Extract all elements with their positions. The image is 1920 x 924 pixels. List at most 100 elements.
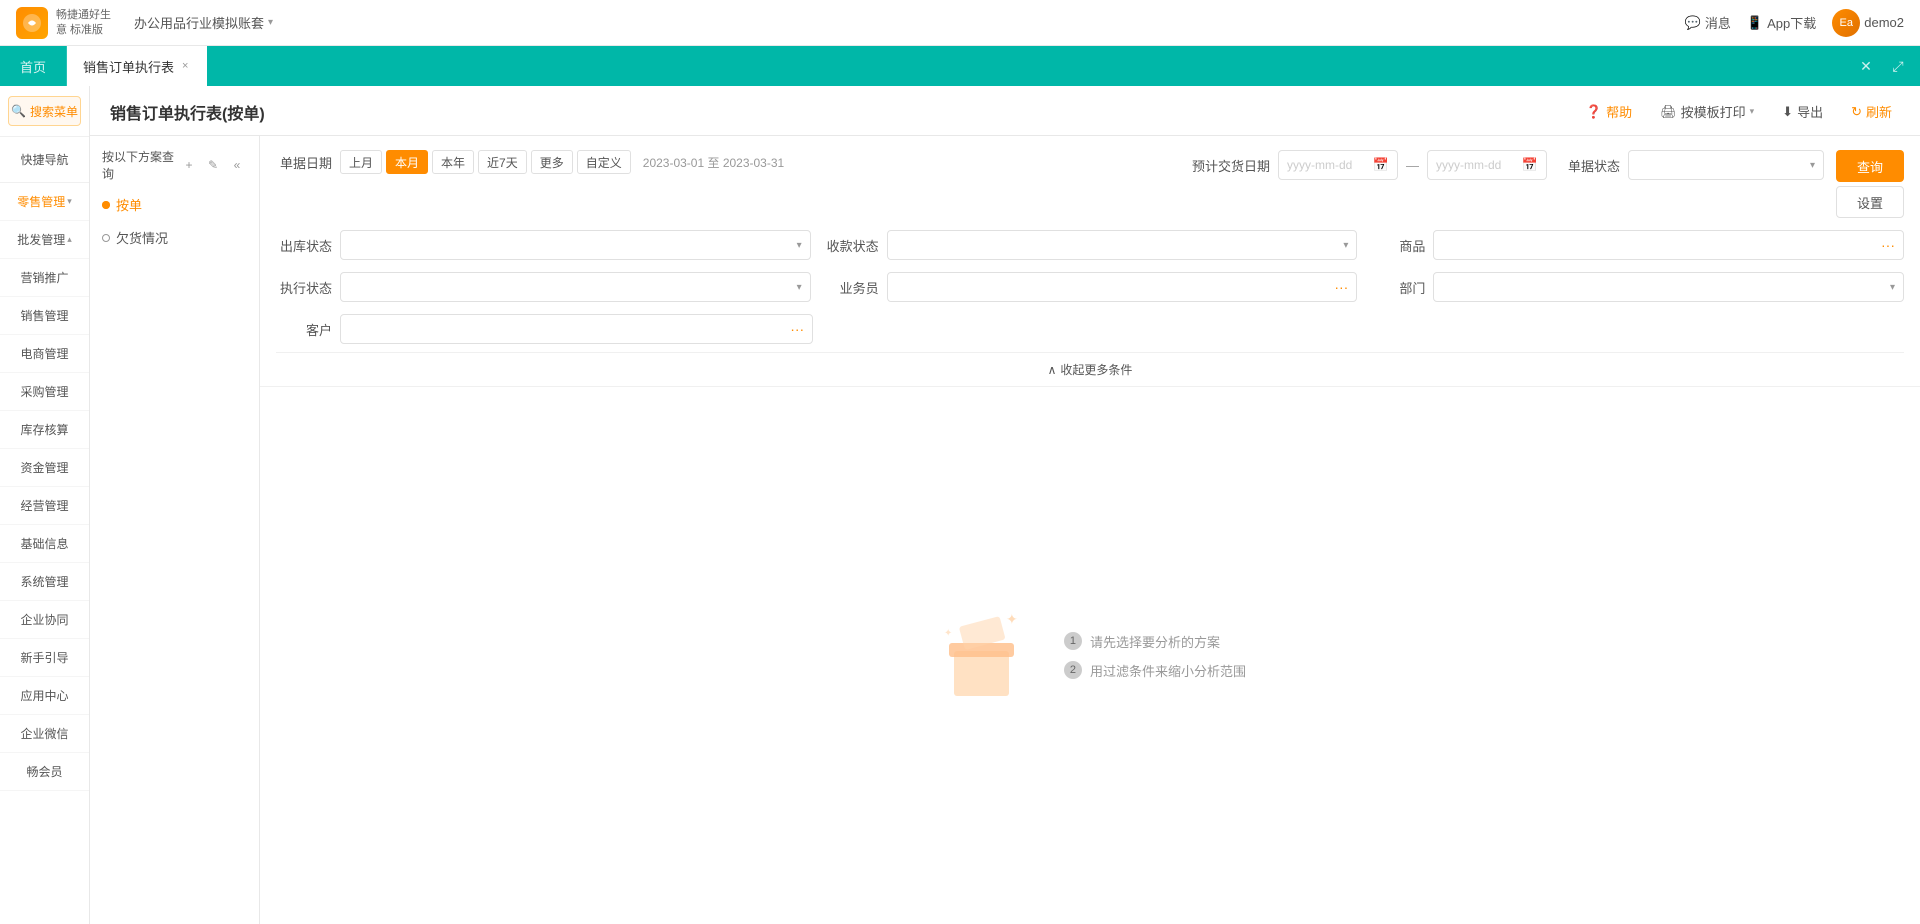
header-left: 畅捷通好生意 标准版 办公用品行业模拟账套 ▾ xyxy=(16,7,281,39)
salesperson-field: 业务员 ··· xyxy=(823,272,1358,302)
date-end-placeholder: yyyy-mm-dd xyxy=(1436,158,1501,172)
sidebar-item-purchase[interactable]: 采购管理 xyxy=(0,373,89,411)
user-menu[interactable]: Ea demo2 xyxy=(1832,9,1904,37)
sidebar-item-wholesale[interactable]: 批发管理 ▴ xyxy=(0,221,89,259)
filter-row-2: 出库状态 ▾ 收款状态 ▾ xyxy=(276,230,1904,260)
date-more[interactable]: 更多 xyxy=(531,150,573,174)
app-selector[interactable]: 办公用品行业模拟账套 ▾ xyxy=(126,9,281,36)
add-scheme-button[interactable]: + xyxy=(179,155,199,175)
svg-text:✦: ✦ xyxy=(944,628,952,639)
sidebar-item-marketing[interactable]: 营销推广 xyxy=(0,259,89,297)
salesperson-label: 业务员 xyxy=(823,278,879,297)
expand-icon: ⤢ xyxy=(1892,58,1903,75)
sidebar-item-ecommerce[interactable]: 电商管理 xyxy=(0,335,89,373)
sidebar-item-member[interactable]: 畅会员 xyxy=(0,753,89,791)
sidebar-item-cooperation[interactable]: 企业协同 xyxy=(0,601,89,639)
search-menu-button[interactable]: 🔍 搜索菜单 xyxy=(8,96,81,126)
sidebar-item-basics[interactable]: 基础信息 xyxy=(0,525,89,563)
quick-nav-label[interactable]: 快捷导航 xyxy=(0,145,89,174)
date-custom[interactable]: 自定义 xyxy=(577,150,631,174)
sidebar-item-finance[interactable]: 资金管理 xyxy=(0,449,89,487)
status-select[interactable]: ▾ xyxy=(1628,150,1824,180)
username: demo2 xyxy=(1864,15,1904,30)
tab-sales-order[interactable]: 销售订单执行表 × xyxy=(67,46,207,86)
empty-state-illustration: ✦ ✦ xyxy=(934,606,1034,706)
calendar-icon-start: 📅 xyxy=(1373,157,1389,173)
search-button[interactable]: 查询 xyxy=(1836,150,1904,182)
payment-status-field: 收款状态 ▾ xyxy=(823,230,1358,260)
close-tab-icon[interactable]: × xyxy=(180,58,190,74)
delivery-select[interactable]: ▾ xyxy=(340,230,811,260)
date-filter-field: 单据日期 上月 本月 本年 近7天 更多 自定义 2023-03-01 至 20… xyxy=(276,150,1180,174)
goods-field: 商品 ··· xyxy=(1369,230,1904,260)
inactive-scheme-dot xyxy=(102,234,110,242)
help-button[interactable]: ❓ 帮助 xyxy=(1578,98,1640,125)
main-layout: 🔍 搜索菜单 快捷导航 零售管理 ▾ 批发管理 ▴ 营销推广 销售管理 电商管理… xyxy=(0,86,1920,924)
logo-text: 畅捷通好生意 标准版 xyxy=(56,8,116,37)
download-icon: 📱 xyxy=(1747,15,1763,31)
print-icon: 🖨 xyxy=(1660,104,1677,120)
message-button[interactable]: 💬 消息 xyxy=(1685,13,1731,32)
nav-tabs: 首页 销售订单执行表 × ✕ ⤢ xyxy=(0,46,1920,86)
sidebar-quick-nav: 快捷导航 xyxy=(0,137,89,183)
search-icon: 🔍 xyxy=(11,104,26,118)
scheme-item-shortage[interactable]: 欠货情况 xyxy=(90,221,259,254)
date-this-month[interactable]: 本月 xyxy=(386,150,428,174)
export-button[interactable]: ⬇ 导出 xyxy=(1774,98,1831,125)
delivery-status-field: 出库状态 ▾ xyxy=(276,230,811,260)
execution-label: 执行状态 xyxy=(276,278,332,297)
chevron-up-icon: ▴ xyxy=(67,234,72,245)
collapse-left-icon: « xyxy=(234,158,241,172)
date-range-separator: — xyxy=(1406,158,1419,173)
salesperson-input[interactable]: ··· xyxy=(887,272,1358,302)
expand-window-button[interactable]: ⤢ xyxy=(1884,52,1912,80)
filter-row-1: 单据日期 上月 本月 本年 近7天 更多 自定义 2023-03-01 至 20… xyxy=(276,150,1904,218)
scheme-item-order[interactable]: 按单 xyxy=(90,188,259,221)
empty-box-svg: ✦ ✦ xyxy=(934,606,1034,706)
app-download-button[interactable]: 📱 App下载 xyxy=(1747,13,1816,32)
sidebar-item-guide[interactable]: 新手引导 xyxy=(0,639,89,677)
customer-input[interactable]: ··· xyxy=(340,314,813,344)
expected-date-end[interactable]: yyyy-mm-dd 📅 xyxy=(1427,150,1547,180)
hint-1-text: 请先选择要分析的方案 xyxy=(1090,632,1220,651)
refresh-button[interactable]: ↻ 刷新 xyxy=(1843,98,1900,125)
avatar: Ea xyxy=(1832,9,1860,37)
goods-input[interactable]: ··· xyxy=(1433,230,1904,260)
sidebar-item-sales[interactable]: 销售管理 xyxy=(0,297,89,335)
sub-nav-header: 按以下方案查询 + ✎ « xyxy=(90,144,259,188)
refresh-icon: ↻ xyxy=(1851,104,1862,120)
collapse-scheme-button[interactable]: « xyxy=(227,155,247,175)
sidebar-item-operations[interactable]: 经营管理 xyxy=(0,487,89,525)
sidebar-item-apps[interactable]: 应用中心 xyxy=(0,677,89,715)
sidebar-search-section: 🔍 搜索菜单 xyxy=(0,86,89,137)
plus-icon: + xyxy=(185,158,192,172)
dept-label: 部门 xyxy=(1369,278,1425,297)
execution-select[interactable]: ▾ xyxy=(340,272,811,302)
close-icon: ✕ xyxy=(1860,58,1872,75)
sidebar-item-wechat[interactable]: 企业微信 xyxy=(0,715,89,753)
sidebar-item-inventory[interactable]: 库存核算 xyxy=(0,411,89,449)
date-last-month[interactable]: 上月 xyxy=(340,150,382,174)
message-icon: 💬 xyxy=(1685,15,1701,31)
execution-status-field: 执行状态 ▾ xyxy=(276,272,811,302)
logo-area: 畅捷通好生意 标准版 xyxy=(16,7,116,39)
expected-date-start[interactable]: yyyy-mm-dd 📅 xyxy=(1278,150,1398,180)
settings-button[interactable]: 设置 xyxy=(1836,186,1904,218)
payment-select[interactable]: ▾ xyxy=(887,230,1358,260)
sidebar-item-retail[interactable]: 零售管理 ▾ xyxy=(0,183,89,221)
date-last-7[interactable]: 近7天 xyxy=(478,150,527,174)
sidebar-item-system[interactable]: 系统管理 xyxy=(0,563,89,601)
goods-more-icon: ··· xyxy=(1881,237,1895,253)
date-filter-buttons: 上月 本月 本年 近7天 更多 自定义 xyxy=(340,150,631,174)
dept-select[interactable]: ▾ xyxy=(1433,272,1904,302)
date-this-year[interactable]: 本年 xyxy=(432,150,474,174)
print-button[interactable]: 🖨 按模板打印 ▾ xyxy=(1652,98,1762,125)
edit-scheme-button[interactable]: ✎ xyxy=(203,155,223,175)
customer-label: 客户 xyxy=(276,320,332,339)
collapse-button[interactable]: ∧ 收起更多条件 xyxy=(276,352,1904,386)
expected-date-field: 预计交货日期 yyyy-mm-dd 📅 — yyyy-mm-dd 📅 xyxy=(1192,150,1552,180)
close-window-button[interactable]: ✕ xyxy=(1852,52,1880,80)
tab-home[interactable]: 首页 xyxy=(0,46,67,86)
svg-text:✦: ✦ xyxy=(1006,611,1018,627)
sub-nav-header-label: 按以下方案查询 xyxy=(102,148,179,182)
